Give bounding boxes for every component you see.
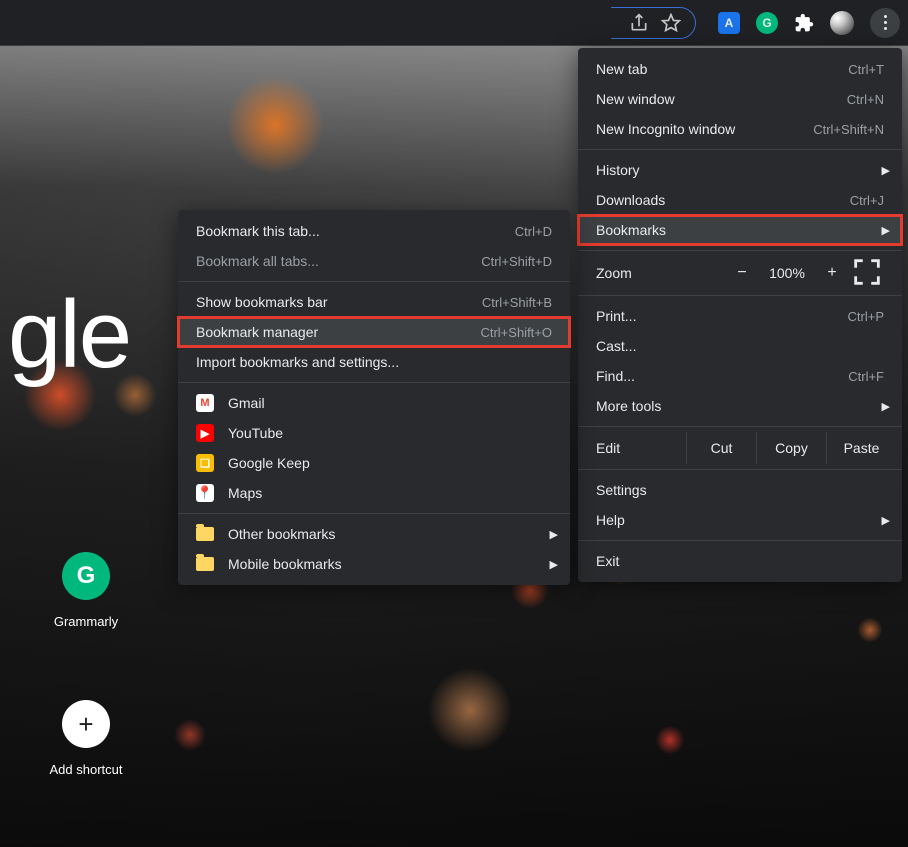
extension-grammarly-icon[interactable]: G xyxy=(756,12,778,34)
zoom-in-button[interactable]: + xyxy=(814,264,850,282)
menu-settings[interactable]: Settings xyxy=(578,475,902,505)
shortcut-text: Ctrl+J xyxy=(850,193,884,208)
chevron-right-icon: ▶ xyxy=(550,558,558,571)
maps-icon: 📍 xyxy=(196,484,214,502)
menu-downloads[interactable]: Downloads Ctrl+J xyxy=(578,185,902,215)
shortcut-label: Grammarly xyxy=(30,614,142,629)
menu-edit-row: Edit Cut Copy Paste xyxy=(578,432,902,464)
zoom-out-button[interactable]: − xyxy=(724,264,760,282)
menu-bookmarks[interactable]: Bookmarks ▶ xyxy=(578,215,902,245)
menu-help[interactable]: Help ▶ xyxy=(578,505,902,535)
menu-new-window[interactable]: New window Ctrl+N xyxy=(578,84,902,114)
menu-new-incognito[interactable]: New Incognito window Ctrl+Shift+N xyxy=(578,114,902,144)
grammarly-icon: G xyxy=(62,552,110,600)
menu-item-label: New Incognito window xyxy=(596,121,813,137)
submenu-import-bookmarks[interactable]: Import bookmarks and settings... xyxy=(178,347,570,377)
fullscreen-icon[interactable] xyxy=(850,255,884,292)
menu-item-label: Print... xyxy=(596,308,848,324)
youtube-icon: ▶ xyxy=(196,424,214,442)
chrome-menu-button[interactable] xyxy=(870,8,900,38)
menu-item-label: New window xyxy=(596,91,847,107)
edit-copy-button[interactable]: Copy xyxy=(756,432,826,464)
google-logo-fragment: gle xyxy=(8,280,130,390)
zoom-value: 100% xyxy=(760,265,814,281)
edit-cut-button[interactable]: Cut xyxy=(686,432,756,464)
folder-label: Mobile bookmarks xyxy=(228,556,552,572)
edit-paste-button[interactable]: Paste xyxy=(826,432,896,464)
menu-find[interactable]: Find... Ctrl+F xyxy=(578,361,902,391)
keep-icon: ❏ xyxy=(196,454,214,472)
shortcut-text: Ctrl+Shift+D xyxy=(481,254,552,269)
gmail-icon: M xyxy=(196,394,214,412)
plus-icon: + xyxy=(62,700,110,748)
menu-item-label: More tools xyxy=(596,398,884,414)
menu-item-label: Cast... xyxy=(596,338,884,354)
folder-other-bookmarks[interactable]: Other bookmarks ▶ xyxy=(178,519,570,549)
profile-avatar[interactable] xyxy=(830,11,854,35)
chevron-right-icon: ▶ xyxy=(882,224,890,237)
menu-history[interactable]: History ▶ xyxy=(578,155,902,185)
chevron-right-icon: ▶ xyxy=(882,164,890,177)
extensions-puzzle-icon[interactable] xyxy=(794,13,814,33)
shortcut-text: Ctrl+P xyxy=(848,309,884,324)
shortcut-text: Ctrl+T xyxy=(848,62,884,77)
menu-item-label: Help xyxy=(596,512,884,528)
menu-item-label: Bookmark manager xyxy=(196,324,480,340)
share-icon[interactable] xyxy=(629,13,649,33)
folder-icon xyxy=(196,527,214,541)
bookmark-label: YouTube xyxy=(228,425,552,441)
menu-new-tab[interactable]: New tab Ctrl+T xyxy=(578,54,902,84)
shortcut-text: Ctrl+Shift+O xyxy=(480,325,552,340)
shortcut-text: Ctrl+Shift+B xyxy=(482,295,552,310)
menu-item-label: Show bookmarks bar xyxy=(196,294,482,310)
menu-item-label: Import bookmarks and settings... xyxy=(196,354,552,370)
submenu-bookmark-manager[interactable]: Bookmark manager Ctrl+Shift+O xyxy=(178,317,570,347)
menu-item-label: Bookmarks xyxy=(596,222,884,238)
ntp-shortcut-grammarly[interactable]: G Grammarly xyxy=(30,552,142,629)
bookmark-maps[interactable]: 📍 Maps xyxy=(178,478,570,508)
menu-item-label: Settings xyxy=(596,482,884,498)
chevron-right-icon: ▶ xyxy=(550,528,558,541)
shortcut-text: Ctrl+Shift+N xyxy=(813,122,884,137)
shortcut-label: Add shortcut xyxy=(30,762,142,777)
menu-item-label: History xyxy=(596,162,884,178)
bookmarks-submenu: Bookmark this tab... Ctrl+D Bookmark all… xyxy=(178,210,570,585)
edit-label: Edit xyxy=(596,440,686,456)
bookmark-youtube[interactable]: ▶ YouTube xyxy=(178,418,570,448)
submenu-show-bookmarks-bar[interactable]: Show bookmarks bar Ctrl+Shift+B xyxy=(178,287,570,317)
menu-exit[interactable]: Exit xyxy=(578,546,902,576)
folder-label: Other bookmarks xyxy=(228,526,552,542)
ntp-shortcut-add[interactable]: + Add shortcut xyxy=(30,700,142,777)
bookmark-label: Google Keep xyxy=(228,455,552,471)
browser-toolbar: A G xyxy=(0,0,908,46)
bookmark-gmail[interactable]: M Gmail xyxy=(178,388,570,418)
chrome-main-menu: New tab Ctrl+T New window Ctrl+N New Inc… xyxy=(578,48,902,582)
menu-zoom-row: Zoom − 100% + xyxy=(578,256,902,290)
omnibox-actions xyxy=(611,7,696,39)
bookmark-google-keep[interactable]: ❏ Google Keep xyxy=(178,448,570,478)
menu-item-label: Bookmark all tabs... xyxy=(196,253,481,269)
menu-cast[interactable]: Cast... xyxy=(578,331,902,361)
shortcut-text: Ctrl+N xyxy=(847,92,884,107)
shortcut-text: Ctrl+F xyxy=(848,369,884,384)
shortcut-text: Ctrl+D xyxy=(515,224,552,239)
submenu-bookmark-this-tab[interactable]: Bookmark this tab... Ctrl+D xyxy=(178,216,570,246)
menu-more-tools[interactable]: More tools ▶ xyxy=(578,391,902,421)
menu-item-label: Exit xyxy=(596,553,884,569)
menu-item-label: Bookmark this tab... xyxy=(196,223,515,239)
menu-item-label: Find... xyxy=(596,368,848,384)
star-icon[interactable] xyxy=(661,13,681,33)
bookmark-label: Maps xyxy=(228,485,552,501)
menu-print[interactable]: Print... Ctrl+P xyxy=(578,301,902,331)
menu-item-label: Downloads xyxy=(596,192,850,208)
submenu-bookmark-all-tabs: Bookmark all tabs... Ctrl+Shift+D xyxy=(178,246,570,276)
folder-mobile-bookmarks[interactable]: Mobile bookmarks ▶ xyxy=(178,549,570,579)
menu-item-label: New tab xyxy=(596,61,848,77)
chevron-right-icon: ▶ xyxy=(882,514,890,527)
zoom-label: Zoom xyxy=(596,265,724,281)
chevron-right-icon: ▶ xyxy=(882,400,890,413)
bookmark-label: Gmail xyxy=(228,395,552,411)
extension-translate-icon[interactable]: A xyxy=(718,12,740,34)
folder-icon xyxy=(196,557,214,571)
